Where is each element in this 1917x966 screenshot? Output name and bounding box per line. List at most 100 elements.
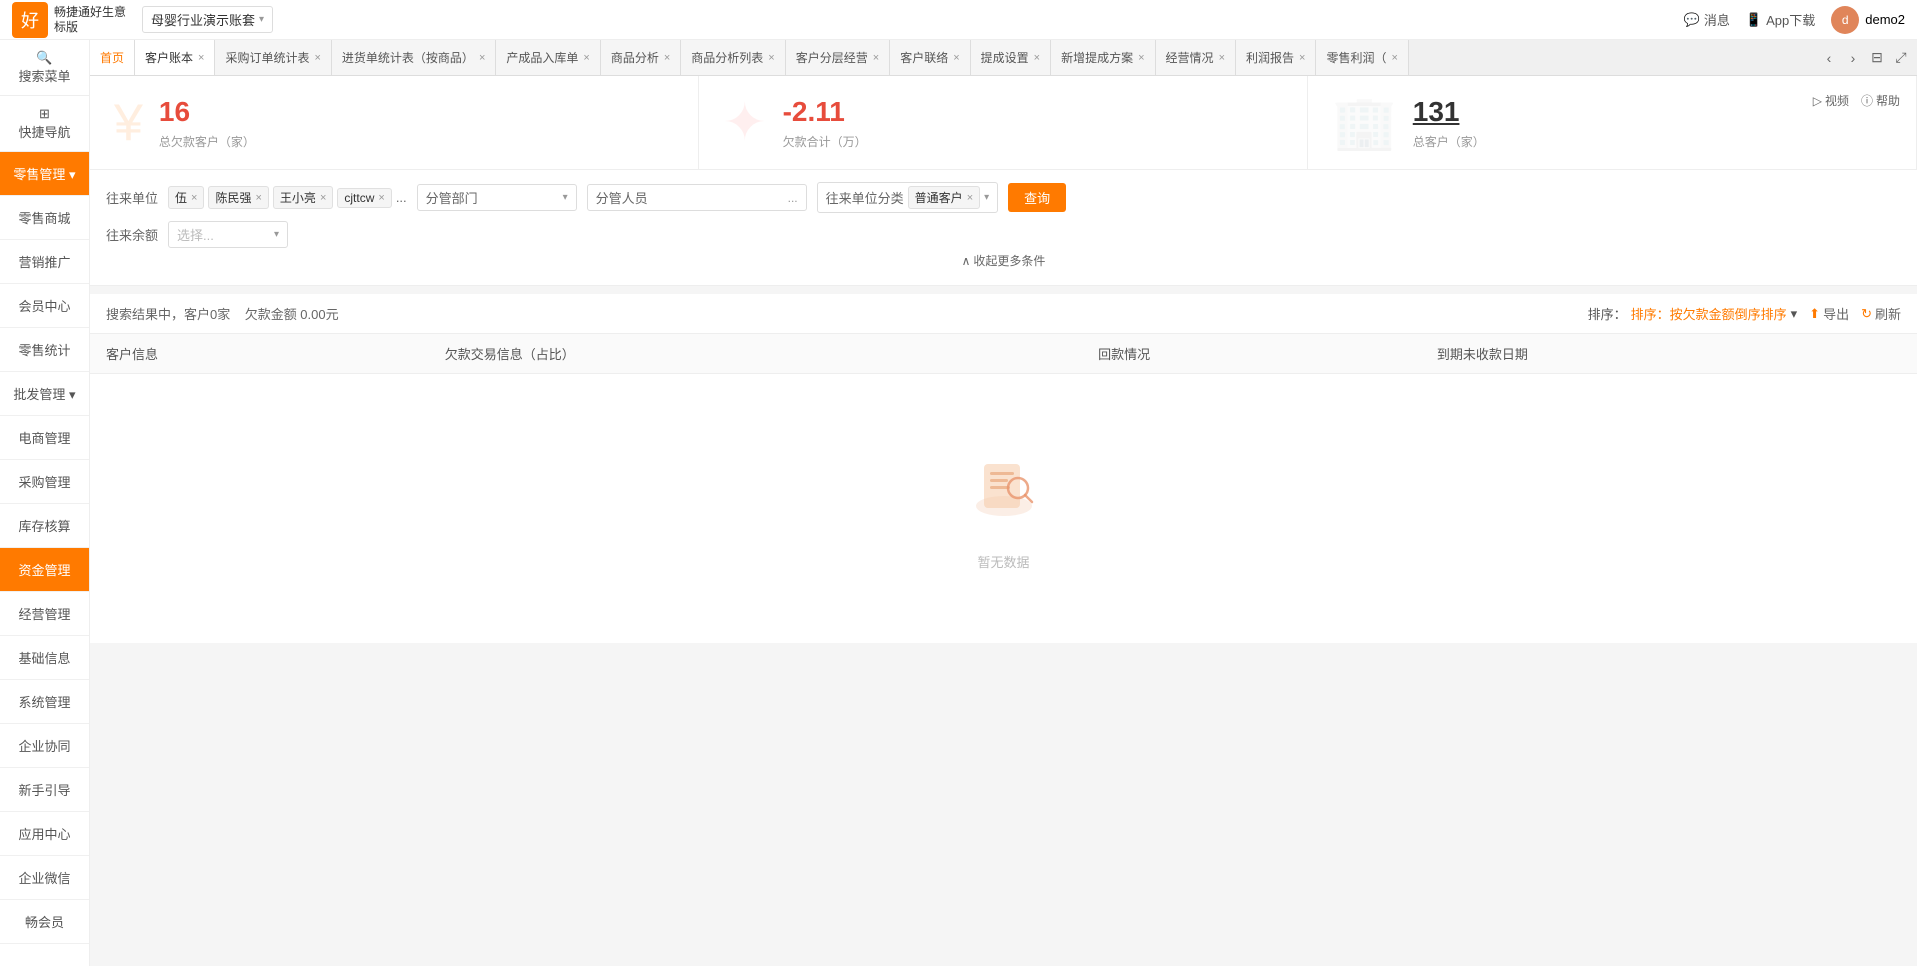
sidebar-item-ecommerce[interactable]: 电商管理 xyxy=(0,416,89,460)
tab-next-button[interactable]: › xyxy=(1843,48,1863,68)
sidebar-quicknav[interactable]: ⊞ 快捷导航 xyxy=(0,96,89,152)
tab-fullscreen-button[interactable]: ⤢ xyxy=(1891,48,1911,68)
user-profile[interactable]: d demo2 xyxy=(1831,6,1905,34)
app-download-button[interactable]: 📱 App下载 xyxy=(1746,10,1815,29)
sidebar-item-member[interactable]: 会员中心 xyxy=(0,284,89,328)
query-button[interactable]: 查询 xyxy=(1008,183,1066,212)
sidebar-item-retailstat[interactable]: 零售统计 xyxy=(0,328,89,372)
sidebar-item-wholesale[interactable]: 批发管理 ▾ xyxy=(0,372,89,416)
sidebar-item-appstore[interactable]: 应用中心 xyxy=(0,812,89,856)
sidebar-item-enterprise[interactable]: 企业协同 xyxy=(0,724,89,768)
stat-debt: ✦ -2.11 欠款合计（万） xyxy=(699,76,1308,169)
tab-close-operation[interactable]: × xyxy=(1219,52,1225,64)
filter-area: 往来单位 伍 × 陈民强 × 王小亮 × xyxy=(90,170,1917,286)
sidebar-item-guide[interactable]: 新手引导 xyxy=(0,768,89,812)
tab-retail[interactable]: 零售利润（ × xyxy=(1316,40,1408,75)
person-more-icon[interactable]: ... xyxy=(788,191,798,205)
filter-tag-wang[interactable]: 王小亮 × xyxy=(273,186,333,209)
tab-customer[interactable]: 客户分层经营 × xyxy=(786,40,890,75)
filter-tag-chen[interactable]: 陈民强 × xyxy=(208,186,268,209)
tab-newcommission[interactable]: 新增提成方案 × xyxy=(1051,40,1155,75)
debt-icon: ✦ xyxy=(723,93,767,153)
tab-close-goods[interactable]: × xyxy=(664,52,670,64)
sidebar-search[interactable]: 🔍 搜索菜单 xyxy=(0,40,89,96)
sidebar-item-retailshop[interactable]: 零售商城 xyxy=(0,196,89,240)
filter-tag-wu[interactable]: 伍 × xyxy=(168,186,204,209)
tab-close-product[interactable]: × xyxy=(583,52,589,64)
refresh-button[interactable]: ↻ 刷新 xyxy=(1861,304,1901,323)
col-customer: 客户信息 xyxy=(90,334,429,374)
search-result: 搜索结果中，客户0家 欠款金额 0.00元 xyxy=(106,304,339,323)
sidebar-item-management[interactable]: 经营管理 xyxy=(0,592,89,636)
col-debt-info: 欠款交易信息（占比） xyxy=(429,334,1082,374)
tab-close-newcommission[interactable]: × xyxy=(1138,52,1144,64)
tab-close-purchase[interactable]: × xyxy=(314,52,320,64)
help-button[interactable]: ⓘ 帮助 xyxy=(1861,92,1900,109)
tab-expand-button[interactable]: ⊟ xyxy=(1867,48,1887,68)
tab-prev-button[interactable]: ‹ xyxy=(1819,48,1839,68)
chevron-right-icon: ▾ xyxy=(69,167,76,182)
tab-product[interactable]: 产成品入库单 × xyxy=(496,40,600,75)
sidebar-item-retail[interactable]: 零售管理 ▾ xyxy=(0,152,89,196)
message-button[interactable]: 💬 消息 xyxy=(1684,10,1730,29)
tab-close-stock[interactable]: × xyxy=(479,52,485,64)
logo: 好 畅捷通好生意 标版 xyxy=(12,2,126,38)
stat-content-total: 131 总客户（家） xyxy=(1413,95,1485,150)
sidebar-item-purchase[interactable]: 采购管理 xyxy=(0,460,89,504)
sidebar-item-marketing[interactable]: 营销推广 xyxy=(0,240,89,284)
category-tag[interactable]: 普通客户 × xyxy=(908,186,980,209)
unit-label: 往来单位 xyxy=(106,188,158,207)
dept-select[interactable]: 分管部门 ▾ xyxy=(417,184,577,211)
tab-goodslist[interactable]: 商品分析列表 × xyxy=(681,40,785,75)
filter-more-tags[interactable]: ... xyxy=(396,190,407,205)
tag-close-chen[interactable]: × xyxy=(255,192,261,204)
tag-close-wang[interactable]: × xyxy=(320,192,326,204)
top-bar-right: 💬 消息 📱 App下载 d demo2 xyxy=(1684,6,1905,34)
category-select[interactable]: 往来单位分类 普通客户 × ▾ xyxy=(817,182,999,213)
export-icon: ⬆ xyxy=(1809,306,1820,322)
tag-close-cj[interactable]: × xyxy=(378,192,384,204)
tab-close-retail[interactable]: × xyxy=(1391,52,1397,64)
main-layout: 🔍 搜索菜单 ⊞ 快捷导航 零售管理 ▾ 零售商城 营销推广 会员中心 零售统计… xyxy=(0,40,1917,966)
avatar: d xyxy=(1831,6,1859,34)
tab-close-account[interactable]: × xyxy=(198,52,204,64)
tag-close-wu[interactable]: × xyxy=(191,192,197,204)
tag-close-category[interactable]: × xyxy=(967,192,973,204)
sidebar-item-wechat[interactable]: 企业微信 xyxy=(0,856,89,900)
sidebar-item-inventory[interactable]: 库存核算 xyxy=(0,504,89,548)
tab-contact[interactable]: 客户联络 × xyxy=(890,40,970,75)
person-input[interactable]: 分管人员 ... xyxy=(587,184,807,211)
video-button[interactable]: ▷ 视频 xyxy=(1813,92,1849,109)
tab-purchase[interactable]: 采购订单统计表 × xyxy=(215,40,331,75)
balance-select[interactable]: 选择... ▾ xyxy=(168,221,288,248)
phone-icon: 📱 xyxy=(1746,12,1762,28)
tab-profit[interactable]: 利润报告 × xyxy=(1236,40,1316,75)
tab-close-profit[interactable]: × xyxy=(1299,52,1305,64)
sidebar-item-system[interactable]: 系统管理 xyxy=(0,680,89,724)
tab-stock[interactable]: 进货单统计表（按商品） × xyxy=(332,40,496,75)
stat-value-debt: -2.11 xyxy=(783,95,867,129)
sidebar-item-vip[interactable]: 畅会员 xyxy=(0,900,89,944)
sort-select[interactable]: 排序： 排序：按欠款金额倒序排序 ▾ xyxy=(1588,304,1798,323)
export-button[interactable]: ⬆ 导出 xyxy=(1809,304,1849,323)
tab-goods[interactable]: 商品分析 × xyxy=(601,40,681,75)
sidebar-item-finance[interactable]: 资金管理 xyxy=(0,548,89,592)
search-icon: 🔍 xyxy=(36,50,52,65)
empty-icon xyxy=(964,446,1044,540)
tab-close-commission[interactable]: × xyxy=(1034,52,1040,64)
account-selector[interactable]: 母婴行业演示账套 ▾ xyxy=(142,6,273,33)
content-area: 首页 客户账本 × 采购订单统计表 × 进货单统计表（按商品） × 产成品入库单… xyxy=(90,40,1917,966)
stat-label-total: 总客户（家） xyxy=(1413,133,1485,150)
tab-home[interactable]: 首页 xyxy=(90,40,135,75)
collapse-button[interactable]: ∧ 收起更多条件 xyxy=(962,252,1046,269)
sidebar-item-basic[interactable]: 基础信息 xyxy=(0,636,89,680)
tab-close-goodslist[interactable]: × xyxy=(768,52,774,64)
empty-text: 暂无数据 xyxy=(977,552,1029,571)
tab-close-customer[interactable]: × xyxy=(873,52,879,64)
tab-operation[interactable]: 经营情况 × xyxy=(1156,40,1236,75)
stat-total-customers: 🏢 131 总客户（家） ▷ 视频 ⓘ 帮助 xyxy=(1308,76,1917,169)
tab-account[interactable]: 客户账本 × xyxy=(135,40,215,75)
tab-commission[interactable]: 提成设置 × xyxy=(971,40,1051,75)
tab-close-contact[interactable]: × xyxy=(953,52,959,64)
filter-tag-cj[interactable]: cjttcw × xyxy=(337,188,391,208)
